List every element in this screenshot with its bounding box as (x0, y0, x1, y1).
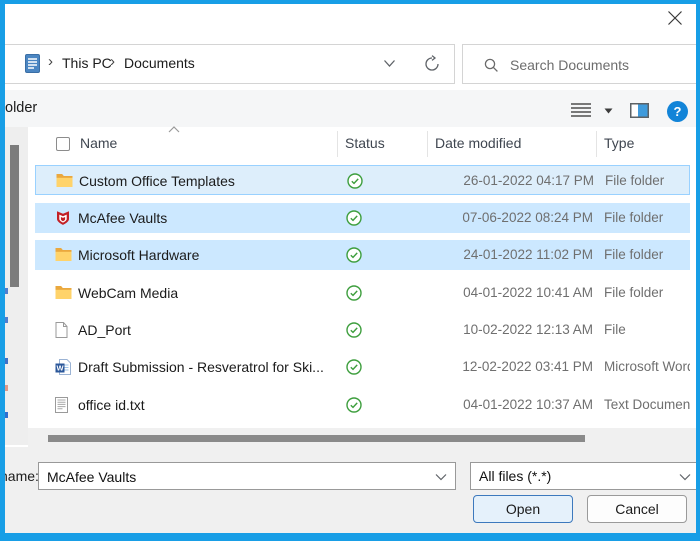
file-type: File folder (605, 166, 691, 196)
status-available-icon (346, 322, 362, 338)
file-name-combobox[interactable] (38, 462, 456, 490)
column-header-type[interactable]: Type (604, 127, 634, 160)
status-available-icon (346, 210, 362, 226)
file-name-label: name: (0, 462, 34, 490)
status-available-icon (347, 173, 363, 189)
file-date-modified: 26-01-2022 04:17 PM (436, 166, 594, 196)
column-header-name[interactable]: Name (80, 127, 117, 160)
refresh-icon[interactable] (423, 55, 441, 73)
mcafee-shield-icon (55, 210, 72, 226)
file-name: McAfee Vaults (78, 203, 167, 233)
file-date-modified: 10-02-2022 12:13 AM (435, 315, 593, 345)
file-type: Text Document (604, 390, 690, 420)
close-icon (667, 10, 683, 26)
search-icon (483, 57, 499, 73)
file-row-draft-submission[interactable]: W Draft Submission - Resveratrol for Ski… (35, 352, 690, 382)
file-type-select[interactable]: All files (*.*) (470, 462, 700, 490)
horizontal-scrollbar-thumb[interactable] (48, 435, 585, 442)
folder-icon (55, 247, 72, 263)
nav-pane-icon-fragment (5, 412, 8, 418)
breadcrumb-separator: › (48, 53, 53, 70)
nav-pane-icon-fragment (5, 358, 8, 364)
file-row-office-id-txt[interactable]: office id.txt 04-01-2022 10:37 AM Text D… (35, 390, 690, 420)
window-border-left (0, 0, 5, 541)
file-name-input[interactable] (45, 466, 429, 488)
help-button[interactable]: ? (667, 101, 688, 122)
file-date-modified: 04-01-2022 10:37 AM (435, 390, 593, 420)
word-document-icon: W (55, 359, 72, 375)
address-dropdown-chevron-icon[interactable] (383, 59, 396, 68)
breadcrumb-this-pc[interactable]: This PC (62, 55, 112, 71)
preview-pane-icon[interactable] (630, 103, 649, 118)
search-input[interactable] (508, 52, 682, 78)
close-button[interactable] (662, 6, 688, 30)
vertical-scrollbar-thumb[interactable] (10, 145, 19, 287)
file-date-modified: 12-02-2022 03:41 PM (435, 352, 593, 382)
file-type: File (604, 315, 690, 345)
column-divider (427, 131, 428, 157)
file-type: File folder (604, 240, 690, 270)
command-toolbar (0, 90, 700, 127)
cancel-button[interactable]: Cancel (587, 495, 687, 523)
folder-icon (56, 173, 73, 189)
file-name: Microsoft Hardware (78, 240, 199, 270)
new-folder-button[interactable]: older (5, 90, 37, 127)
column-divider (596, 131, 597, 157)
svg-text:W: W (56, 364, 64, 373)
file-date-modified: 24-01-2022 11:02 PM (435, 240, 593, 270)
file-row-ad-port[interactable]: AD_Port 10-02-2022 12:13 AM File (35, 315, 690, 345)
nav-pane-icon-fragment (5, 288, 8, 294)
file-type-selected-value: All files (*.*) (479, 463, 551, 489)
column-header-status[interactable]: Status (345, 127, 385, 160)
breadcrumb-documents[interactable]: Documents (124, 55, 195, 71)
status-available-icon (346, 285, 362, 301)
file-row-microsoft-hardware[interactable]: Microsoft Hardware 24-01-2022 11:02 PM F… (35, 240, 690, 270)
status-available-icon (346, 397, 362, 413)
file-type-dropdown-chevron-icon (679, 473, 691, 481)
blank-file-icon (55, 322, 72, 338)
file-type: File folder (604, 203, 690, 233)
select-all-checkbox[interactable] (56, 137, 70, 151)
text-document-icon (55, 397, 72, 413)
sort-ascending-icon[interactable] (168, 126, 180, 133)
status-available-icon (346, 247, 362, 263)
file-type: File folder (604, 278, 690, 308)
file-date-modified: 04-01-2022 10:41 AM (435, 278, 593, 308)
view-dropdown-triangle-icon[interactable] (604, 108, 613, 114)
status-available-icon (346, 359, 362, 375)
file-date-modified: 07-06-2022 08:24 PM (435, 203, 593, 233)
list-view-icon[interactable] (571, 103, 591, 117)
nav-pane-icon-fragment (5, 317, 8, 323)
column-divider (337, 131, 338, 157)
window-border-right (696, 0, 700, 541)
window-border-top (0, 0, 700, 4)
file-name: WebCam Media (78, 278, 178, 308)
open-file-dialog: › This PC › Documents older ? Name Statu… (0, 0, 700, 541)
file-row-mcafee-vaults[interactable]: McAfee Vaults 07-06-2022 08:24 PM File f… (35, 203, 690, 233)
window-border-bottom (0, 533, 700, 541)
file-type: Microsoft Word (604, 352, 690, 382)
file-row-webcam-media[interactable]: WebCam Media 04-01-2022 10:41 AM File fo… (35, 278, 690, 308)
file-name: Draft Submission - Resveratrol for Ski..… (78, 352, 324, 382)
file-name-dropdown-chevron-icon[interactable] (435, 473, 447, 481)
folder-icon (55, 285, 72, 301)
open-button[interactable]: Open (473, 495, 573, 523)
breadcrumb-separator: › (110, 53, 115, 70)
file-name: office id.txt (78, 390, 145, 420)
file-name: AD_Port (78, 315, 131, 345)
file-row-custom-office-templates[interactable]: Custom Office Templates 26-01-2022 04:17… (35, 165, 690, 195)
file-name: Custom Office Templates (79, 166, 235, 196)
documents-folder-icon (25, 54, 40, 73)
column-header-date-modified[interactable]: Date modified (435, 127, 521, 160)
nav-pane-icon-fragment (5, 385, 8, 391)
